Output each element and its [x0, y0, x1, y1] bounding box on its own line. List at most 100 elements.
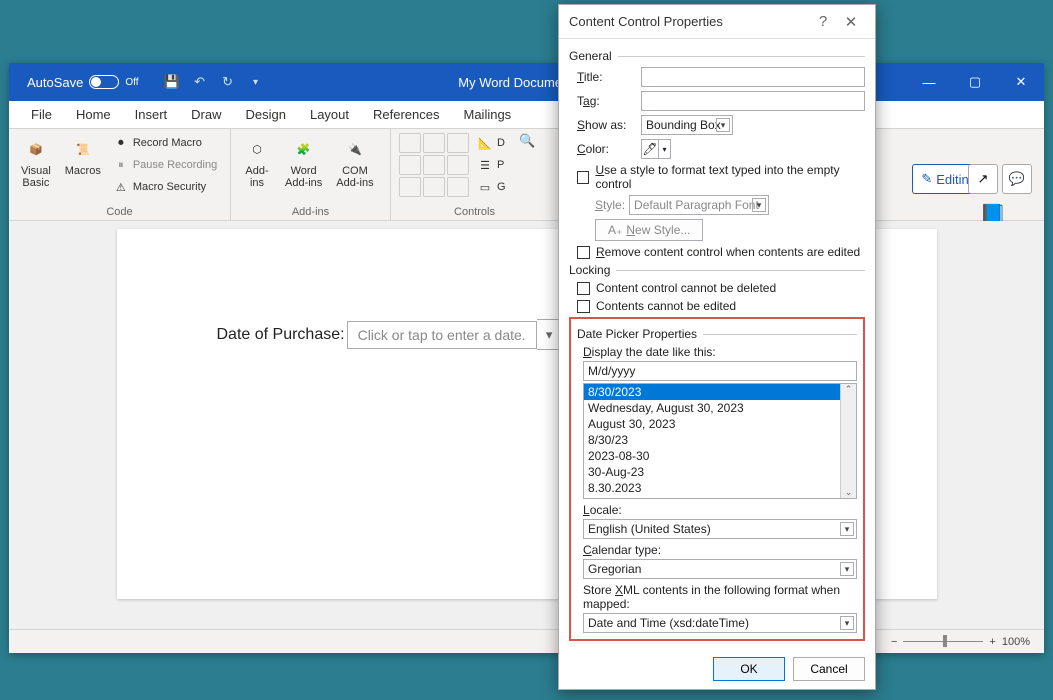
tab-home[interactable]: Home — [64, 103, 123, 126]
style-select: Default Paragraph Font▾ — [629, 195, 769, 215]
chevron-up-icon[interactable]: ⌃ — [845, 384, 853, 395]
date-format-input[interactable]: M/d/yyyy — [583, 361, 857, 381]
addins-button[interactable]: ⬡Add- ins — [239, 133, 275, 191]
locale-select[interactable]: English (United States)▾ — [583, 519, 857, 539]
lock-delete-checkbox[interactable] — [577, 282, 590, 295]
xml-format-select[interactable]: Date and Time (xsd:dateTime)▾ — [583, 613, 857, 633]
group-label-code: Code — [17, 206, 222, 218]
list-item[interactable]: Aug. 30, 23 — [584, 496, 856, 499]
remove-cc-checkbox[interactable] — [577, 246, 590, 259]
help-button[interactable]: ? — [809, 13, 837, 30]
statusbar: − + 100% — [9, 629, 1044, 653]
tab-layout[interactable]: Layout — [298, 103, 361, 126]
list-item[interactable]: 8/30/23 — [584, 432, 856, 448]
list-item[interactable]: Wednesday, August 30, 2023 — [584, 400, 856, 416]
color-picker[interactable]: 🖊▾ — [641, 139, 671, 159]
title-label: Title: — [577, 70, 637, 84]
use-style-checkbox[interactable] — [577, 171, 589, 184]
macro-security-button[interactable]: ⚠Macro Security — [111, 177, 219, 197]
ribbon-tabs: File Home Insert Draw Design Layout Refe… — [9, 101, 1044, 129]
addins-icon: ⬡ — [243, 135, 271, 163]
list-item[interactable]: 30-Aug-23 — [584, 464, 856, 480]
control-item[interactable] — [399, 133, 421, 153]
tab-mailings[interactable]: Mailings — [452, 103, 524, 126]
group-button[interactable]: ▭G — [475, 177, 508, 197]
quick-access-toolbar: 💾 ↶ ↻ ▾ — [163, 73, 265, 91]
remove-cc-label: Remove content control when contents are… — [596, 245, 860, 259]
chevron-down-icon: ▾ — [658, 140, 670, 158]
record-macro-button[interactable]: ⏺Record Macro — [111, 133, 219, 153]
word-addins-button[interactable]: 🧩Word Add-ins — [281, 133, 326, 191]
save-icon[interactable]: 💾 — [163, 73, 181, 91]
pen-icon: 🖊 — [642, 140, 658, 158]
control-item[interactable] — [423, 155, 445, 175]
use-style-label: Use a style to format text typed into th… — [595, 163, 865, 191]
date-picker-section: Date Picker Properties Display the date … — [569, 317, 865, 641]
tab-draw[interactable]: Draw — [179, 103, 233, 126]
chevron-down-icon[interactable]: ⌄ — [845, 487, 853, 498]
lock-edit-checkbox[interactable] — [577, 300, 590, 313]
comments-button[interactable]: 💬 — [1002, 164, 1032, 194]
undo-icon[interactable]: ↶ — [191, 73, 209, 91]
tab-references[interactable]: References — [361, 103, 451, 126]
share-button[interactable]: ↗ — [968, 164, 998, 194]
minimize-button[interactable]: — — [906, 63, 952, 101]
tab-insert[interactable]: Insert — [123, 103, 180, 126]
tab-file[interactable]: File — [19, 103, 64, 126]
showas-select[interactable]: Bounding Box▾ — [641, 115, 733, 135]
calendar-label: Calendar type: — [583, 543, 857, 557]
list-item[interactable]: August 30, 2023 — [584, 416, 856, 432]
new-style-button: A₊New Style... — [595, 219, 703, 241]
macros-button[interactable]: 📜 Macros — [61, 133, 105, 179]
controls-gallery[interactable] — [399, 133, 469, 197]
general-header: General — [569, 49, 612, 63]
date-format-list[interactable]: 8/30/2023 Wednesday, August 30, 2023 Aug… — [583, 383, 857, 499]
control-item[interactable] — [423, 133, 445, 153]
showas-label: Show as: — [577, 118, 637, 132]
control-item[interactable] — [447, 155, 469, 175]
com-addins-button[interactable]: 🔌COM Add-ins — [332, 133, 377, 191]
title-input[interactable] — [641, 67, 865, 87]
tag-input[interactable] — [641, 91, 865, 111]
scrollbar[interactable]: ⌃⌄ — [840, 384, 856, 498]
properties-icon: ☰ — [477, 157, 493, 173]
autosave-toggle[interactable]: AutoSave Off — [27, 75, 139, 90]
control-item[interactable] — [399, 177, 421, 197]
autosave-label: AutoSave — [27, 75, 83, 90]
control-item[interactable] — [399, 155, 421, 175]
control-item[interactable] — [447, 177, 469, 197]
visual-basic-button[interactable]: 📦 Visual Basic — [17, 133, 55, 191]
lock-edit-label: Contents cannot be edited — [596, 299, 736, 313]
zoom-out-button[interactable]: − — [891, 636, 897, 648]
calendar-select[interactable]: Gregorian▾ — [583, 559, 857, 579]
close-dialog-button[interactable]: ✕ — [837, 13, 865, 31]
control-item[interactable] — [423, 177, 445, 197]
close-window-button[interactable]: ✕ — [998, 63, 1044, 101]
document-area: Date of Purchase: Click or tap to enter … — [9, 221, 1044, 641]
zoom-level[interactable]: 100% — [1002, 636, 1030, 648]
tab-design[interactable]: Design — [234, 103, 298, 126]
chevron-down-icon: ▾ — [840, 616, 854, 630]
date-content-control[interactable]: Click or tap to enter a date. — [347, 321, 537, 349]
design-mode-button[interactable]: 📐D — [475, 133, 508, 153]
control-item[interactable] — [447, 133, 469, 153]
ok-button[interactable]: OK — [713, 657, 785, 681]
maximize-button[interactable]: ▢ — [952, 63, 998, 101]
list-item[interactable]: 2023-08-30 — [584, 448, 856, 464]
zoom-slider[interactable] — [903, 641, 983, 642]
tag-label: Tag: — [577, 94, 637, 108]
chevron-down-icon: ▾ — [716, 118, 730, 132]
list-item[interactable]: 8.30.2023 — [584, 480, 856, 496]
cancel-button[interactable]: Cancel — [793, 657, 865, 681]
search-icon[interactable]: 🔍 — [519, 133, 535, 149]
redo-icon[interactable]: ↻ — [219, 73, 237, 91]
chevron-down-icon: ▾ — [752, 198, 766, 212]
group-label-controls: Controls — [399, 206, 550, 218]
properties-button[interactable]: ☰P — [475, 155, 508, 175]
dialog-titlebar[interactable]: Content Control Properties ? ✕ — [559, 5, 875, 39]
zoom-in-button[interactable]: + — [989, 636, 995, 648]
pause-recording-button[interactable]: ⏸Pause Recording — [111, 155, 219, 175]
autosave-state: Off — [125, 77, 138, 88]
list-item[interactable]: 8/30/2023 — [584, 384, 856, 400]
chevron-down-icon[interactable]: ▾ — [247, 73, 265, 91]
